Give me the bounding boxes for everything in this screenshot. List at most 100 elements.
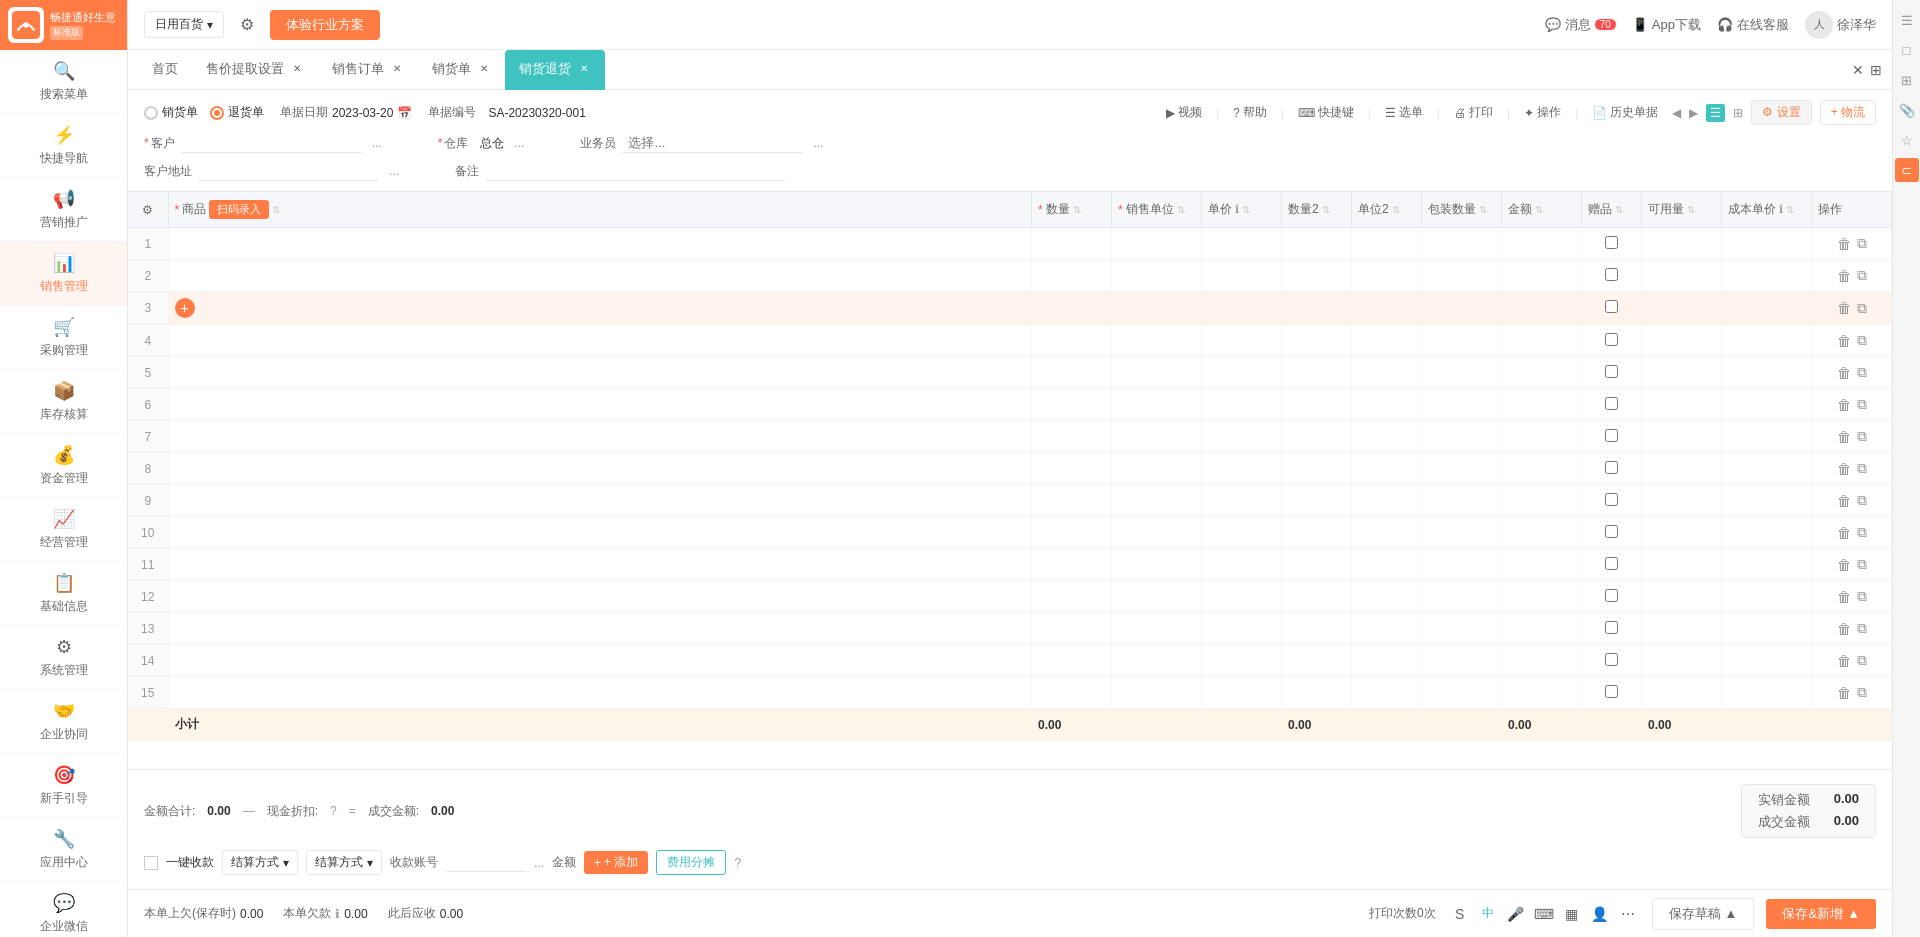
right-icon-3[interactable]: ⊞ [1895, 68, 1919, 92]
row-qty2-15[interactable] [1282, 677, 1352, 709]
price-input-5[interactable] [1208, 363, 1275, 382]
unit2-input-12[interactable] [1358, 587, 1415, 606]
row-unit2-6[interactable] [1352, 389, 1422, 421]
row-unit-15[interactable] [1112, 677, 1202, 709]
unit2-input-3[interactable] [1358, 298, 1415, 318]
row-amount-2[interactable] [1502, 260, 1582, 292]
delete-icon-6[interactable]: 🗑 [1837, 397, 1851, 413]
gift-checkbox-4[interactable] [1605, 333, 1618, 346]
price-input-13[interactable] [1208, 619, 1275, 638]
product-input-15[interactable] [175, 683, 1026, 702]
gift-checkbox-14[interactable] [1605, 653, 1618, 666]
delete-icon-14[interactable]: 🗑 [1837, 653, 1851, 669]
unit-input-13[interactable] [1118, 619, 1195, 638]
row-pkg-4[interactable] [1422, 325, 1502, 357]
row-unit-8[interactable] [1112, 453, 1202, 485]
amount-input-4[interactable] [1508, 331, 1575, 350]
qty2-input-2[interactable] [1288, 266, 1345, 285]
gift-checkbox-11[interactable] [1605, 557, 1618, 570]
row-unit2-1[interactable] [1352, 228, 1422, 260]
pkg-input-3[interactable] [1428, 298, 1495, 318]
delete-icon-7[interactable]: 🗑 [1837, 429, 1851, 445]
pkg-input-7[interactable] [1428, 427, 1495, 446]
price-input-12[interactable] [1208, 587, 1275, 606]
unit-input-4[interactable] [1118, 331, 1195, 350]
gift-checkbox-10[interactable] [1605, 525, 1618, 538]
row-price-10[interactable] [1202, 517, 1282, 549]
right-icon-4[interactable]: 📎 [1895, 98, 1919, 122]
row-pkg-1[interactable] [1422, 228, 1502, 260]
row-qty2-13[interactable] [1282, 613, 1352, 645]
price-input-15[interactable] [1208, 683, 1275, 702]
unit2-input-7[interactable] [1358, 427, 1415, 446]
customer-dots[interactable]: ... [372, 136, 382, 150]
row-amount-1[interactable] [1502, 228, 1582, 260]
price-input-11[interactable] [1208, 555, 1275, 574]
tab-3[interactable]: 销货单✕ [418, 50, 505, 90]
unit-input-9[interactable] [1118, 491, 1195, 510]
copy-icon-11[interactable]: ⧉ [1857, 556, 1867, 573]
customer-input[interactable] [181, 133, 362, 153]
row-pkg-7[interactable] [1422, 421, 1502, 453]
price-input-10[interactable] [1208, 523, 1275, 542]
row-amount-3[interactable] [1502, 292, 1582, 325]
row-qty2-7[interactable] [1282, 421, 1352, 453]
unit2-input-15[interactable] [1358, 683, 1415, 702]
price-info-icon[interactable]: ℹ [1235, 203, 1239, 216]
pkg-input-12[interactable] [1428, 587, 1495, 606]
row-unit-4[interactable] [1112, 325, 1202, 357]
row-qty-2[interactable] [1032, 260, 1112, 292]
qty2-input-7[interactable] [1288, 427, 1345, 446]
qty2-input-1[interactable] [1288, 234, 1345, 253]
calendar-icon[interactable]: 📅 [397, 106, 412, 120]
row-pkg-3[interactable] [1422, 292, 1502, 325]
qty2-input-13[interactable] [1288, 619, 1345, 638]
price-input-4[interactable] [1208, 331, 1275, 350]
right-icon-6[interactable]: ⊂ [1895, 158, 1919, 182]
delete-icon-3[interactable]: 🗑 [1837, 300, 1851, 316]
row-amount-11[interactable] [1502, 549, 1582, 581]
remark-input[interactable] [485, 161, 785, 181]
unit2-input-4[interactable] [1358, 331, 1415, 350]
online-service-item[interactable]: 🎧 在线客服 [1717, 16, 1789, 34]
row-qty2-3[interactable] [1282, 292, 1352, 325]
sidebar-item-12[interactable]: 🔧应用中心 [0, 818, 127, 882]
pkg-input-2[interactable] [1428, 266, 1495, 285]
row-unit2-5[interactable] [1352, 357, 1422, 389]
qty-input-14[interactable] [1038, 651, 1105, 670]
pkg-input-5[interactable] [1428, 363, 1495, 382]
row-price-15[interactable] [1202, 677, 1282, 709]
right-icon-5[interactable]: ☆ [1895, 128, 1919, 152]
copy-icon-6[interactable]: ⧉ [1857, 396, 1867, 413]
row-unit-10[interactable] [1112, 517, 1202, 549]
row-unit2-3[interactable] [1352, 292, 1422, 325]
row-unit2-14[interactable] [1352, 645, 1422, 677]
logistics-button[interactable]: + 物流 [1820, 100, 1876, 125]
cost-sort-icon[interactable]: ⇅ [1786, 204, 1794, 215]
delete-icon-15[interactable]: 🗑 [1837, 685, 1851, 701]
row-product-9[interactable] [168, 485, 1032, 517]
copy-icon-4[interactable]: ⧉ [1857, 332, 1867, 349]
copy-icon-2[interactable]: ⧉ [1857, 267, 1867, 284]
qty2-input-5[interactable] [1288, 363, 1345, 382]
sidebar-item-8[interactable]: 📋基础信息 [0, 562, 127, 626]
save-draft-button[interactable]: 保存草稿 ▲ [1652, 898, 1755, 930]
row-unit2-12[interactable] [1352, 581, 1422, 613]
pkg-input-6[interactable] [1428, 395, 1495, 414]
sidebar-item-2[interactable]: 📢营销推广 [0, 178, 127, 242]
gift-checkbox-13[interactable] [1605, 621, 1618, 634]
row-price-12[interactable] [1202, 581, 1282, 613]
row-qty-8[interactable] [1032, 453, 1112, 485]
amount-input-3[interactable] [1508, 298, 1575, 318]
gift-checkbox-12[interactable] [1605, 589, 1618, 602]
copy-icon-7[interactable]: ⧉ [1857, 428, 1867, 445]
price-input-6[interactable] [1208, 395, 1275, 414]
single-debt-info[interactable]: ℹ [335, 907, 340, 921]
row-qty2-11[interactable] [1282, 549, 1352, 581]
tab-close-2[interactable]: ✕ [390, 62, 404, 76]
settings-icon[interactable]: ⚙ [142, 203, 153, 217]
row-unit-6[interactable] [1112, 389, 1202, 421]
pkg-sort-icon[interactable]: ⇅ [1479, 204, 1487, 215]
price-input-3[interactable] [1208, 298, 1275, 318]
gift-checkbox-8[interactable] [1605, 461, 1618, 474]
